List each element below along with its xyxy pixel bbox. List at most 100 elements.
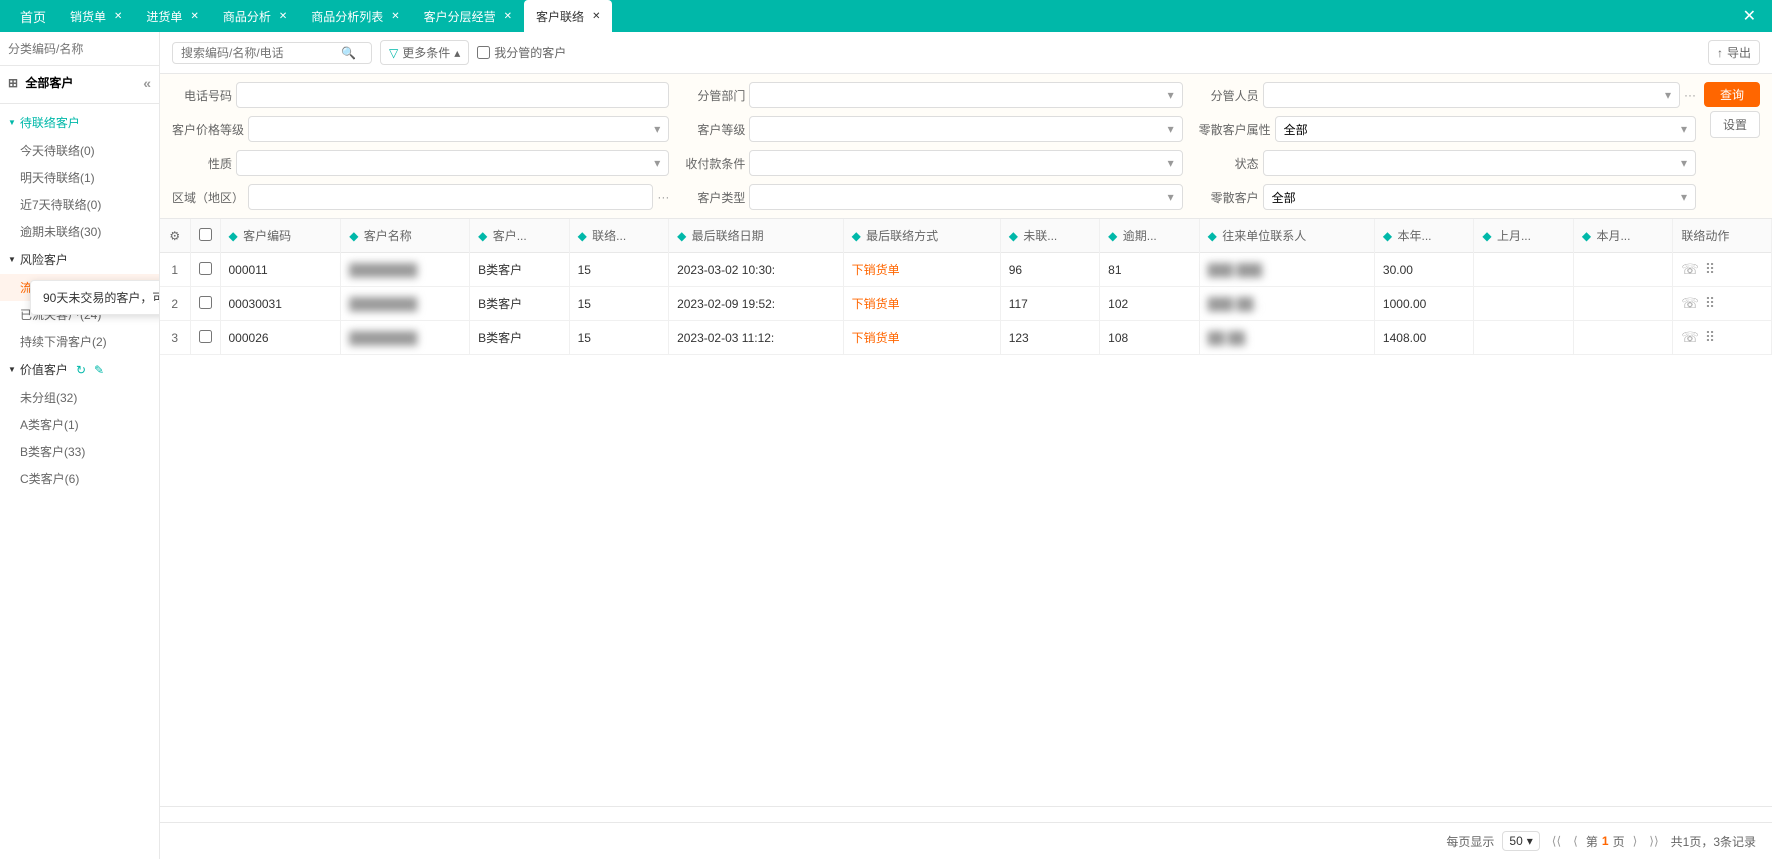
chevron-per-page-icon: ▾: [1527, 834, 1533, 848]
filter-label-region: 区域（地区）: [172, 189, 244, 206]
sidebar-item-classB[interactable]: B类客户(33): [0, 438, 159, 465]
more-action-2[interactable]: ⠿: [1705, 295, 1715, 312]
row-checkbox-3[interactable]: [190, 321, 220, 355]
contact-action-2[interactable]: ☏: [1681, 295, 1699, 312]
close-all-button[interactable]: ✕: [1735, 6, 1764, 26]
sort-dot-name: ◆: [349, 229, 358, 243]
filter-select-manager[interactable]: ▾: [1263, 82, 1680, 108]
sidebar-item-classC[interactable]: C类客户(6): [0, 465, 159, 492]
query-button[interactable]: 查询: [1704, 82, 1760, 107]
sidebar-all-customers[interactable]: ⊞ 全部客户 «: [0, 66, 159, 99]
next-page-button[interactable]: ⟩: [1629, 832, 1642, 850]
th-name[interactable]: ◆ 客户名称: [341, 219, 470, 253]
edit-icon[interactable]: ✎: [94, 363, 104, 377]
filter-select-price-level[interactable]: ▾: [248, 116, 669, 142]
setting-button[interactable]: 设置: [1710, 111, 1760, 138]
row-checkbox-2[interactable]: [190, 287, 220, 321]
sort-dot-overdue: ◆: [1108, 229, 1117, 243]
close-tab-customer-segment[interactable]: ✕: [504, 11, 512, 22]
row-check-3[interactable]: [199, 330, 212, 343]
tab-purchaseorder[interactable]: 进货单 ✕: [134, 0, 210, 32]
export-button[interactable]: ↑ 导出: [1708, 40, 1760, 65]
tab-product-analysis[interactable]: 商品分析 ✕: [211, 0, 299, 32]
filter-select-nature[interactable]: ▾: [236, 150, 669, 176]
filter-more-region[interactable]: ···: [657, 190, 669, 204]
th-contact-person[interactable]: ◆ 往来单位联系人: [1199, 219, 1374, 253]
row-code-3: 000026: [220, 321, 341, 355]
th-code[interactable]: ◆ 客户编码: [220, 219, 341, 253]
sidebar-item-7days[interactable]: 近7天待联络(0): [0, 191, 159, 218]
tab-home[interactable]: 首页: [8, 7, 58, 26]
row-last-contact-type-1[interactable]: 下销货单: [843, 253, 1000, 287]
close-tab-customer-contact[interactable]: ✕: [592, 11, 600, 22]
more-filter-button[interactable]: ▽ 更多条件 ▴: [380, 40, 469, 65]
filter-select-dept[interactable]: ▾: [749, 82, 1182, 108]
filter-select-customer-level[interactable]: ▾: [749, 116, 1182, 142]
th-last-contact-date[interactable]: ◆ 最后联络日期: [669, 219, 844, 253]
tab-salesorder[interactable]: 销货单 ✕: [58, 0, 134, 32]
per-page-select[interactable]: 50 ▾: [1502, 831, 1539, 851]
sidebar-search-input[interactable]: [8, 42, 160, 56]
refresh-icon[interactable]: ↻: [76, 363, 86, 377]
sidebar-item-tomorrow[interactable]: 明天待联络(1): [0, 164, 159, 191]
filter-select-status[interactable]: ▾: [1263, 150, 1696, 176]
th-settings[interactable]: ⚙: [160, 219, 190, 253]
close-tab-product-analysis-list[interactable]: ✕: [391, 11, 399, 22]
prev-page-button[interactable]: ⟨: [1569, 832, 1582, 850]
sidebar-group-value[interactable]: ▼ 价值客户 ↻ ✎: [0, 355, 159, 384]
close-tab-salesorder[interactable]: ✕: [114, 11, 122, 22]
th-checkbox[interactable]: [190, 219, 220, 253]
filter-field-region: 区域（地区） ···: [172, 184, 669, 210]
sidebar-item-ungrouped[interactable]: 未分组(32): [0, 384, 159, 411]
row-checkbox-1[interactable]: [190, 253, 220, 287]
my-customer-checkbox[interactable]: 我分管的客户: [477, 44, 566, 61]
row-last-contact-type-2[interactable]: 下销货单: [843, 287, 1000, 321]
horizontal-scrollbar[interactable]: [160, 806, 1772, 822]
filter-label-phone: 电话号码: [172, 87, 232, 104]
search-input[interactable]: [181, 46, 341, 60]
link-sales-2[interactable]: 下销货单: [852, 297, 900, 311]
search-submit-icon[interactable]: 🔍: [341, 46, 356, 60]
close-tab-purchaseorder[interactable]: ✕: [190, 11, 198, 22]
sidebar-group-risk[interactable]: ▼ 风险客户: [0, 245, 159, 274]
more-action-1[interactable]: ⠿: [1705, 261, 1715, 278]
filter-input-phone[interactable]: [236, 82, 669, 108]
th-this-year[interactable]: ◆ 本年...: [1374, 219, 1473, 253]
first-page-button[interactable]: ⟨⟨: [1548, 832, 1565, 850]
sidebar-collapse-icon[interactable]: «: [143, 75, 151, 91]
filter-select-retail-attr[interactable]: 全部 ▾: [1275, 116, 1696, 142]
filter-input-region[interactable]: [248, 184, 653, 210]
th-overdue[interactable]: ◆ 逾期...: [1100, 219, 1199, 253]
filter-select-retail[interactable]: 全部 ▾: [1263, 184, 1696, 210]
tab-customer-segment[interactable]: 客户分层经营 ✕: [412, 0, 524, 32]
sidebar-item-classA[interactable]: A类客户(1): [0, 411, 159, 438]
row-check-2[interactable]: [199, 296, 212, 309]
select-all-checkbox[interactable]: [199, 228, 212, 241]
th-last-contact-type[interactable]: ◆ 最后联络方式: [843, 219, 1000, 253]
sidebar-item-declining[interactable]: 持续下滑客户(2): [0, 328, 159, 355]
tab-product-analysis-list[interactable]: 商品分析列表 ✕: [299, 0, 411, 32]
th-type[interactable]: ◆ 客户...: [470, 219, 569, 253]
sidebar-item-today[interactable]: 今天待联络(0): [0, 137, 159, 164]
filter-more-manager[interactable]: ···: [1684, 88, 1696, 102]
my-customer-check[interactable]: [477, 46, 490, 59]
row-last-contact-type-3[interactable]: 下销货单: [843, 321, 1000, 355]
last-page-button[interactable]: ⟩⟩: [1645, 832, 1662, 850]
th-contact-num[interactable]: ◆ 联络...: [569, 219, 668, 253]
link-sales-3[interactable]: 下销货单: [852, 331, 900, 345]
row-check-1[interactable]: [199, 262, 212, 275]
link-sales-1[interactable]: 下销货单: [852, 263, 900, 277]
sidebar-group-pending[interactable]: ▼ 待联络客户: [0, 108, 159, 137]
more-action-3[interactable]: ⠿: [1705, 329, 1715, 346]
sidebar-item-overdue[interactable]: 逾期未联络(30): [0, 218, 159, 245]
th-last-month[interactable]: ◆ 上月...: [1474, 219, 1573, 253]
chevron-dept-icon: ▾: [1168, 88, 1174, 102]
contact-action-3[interactable]: ☏: [1681, 329, 1699, 346]
th-not-contacted[interactable]: ◆ 未联...: [1000, 219, 1099, 253]
tab-customer-contact[interactable]: 客户联络 ✕: [524, 0, 612, 32]
close-tab-product-analysis[interactable]: ✕: [279, 11, 287, 22]
th-this-month[interactable]: ◆ 本月...: [1573, 219, 1672, 253]
contact-action-1[interactable]: ☏: [1681, 261, 1699, 278]
filter-select-customer-type[interactable]: ▾: [749, 184, 1182, 210]
filter-select-payment[interactable]: ▾: [749, 150, 1182, 176]
